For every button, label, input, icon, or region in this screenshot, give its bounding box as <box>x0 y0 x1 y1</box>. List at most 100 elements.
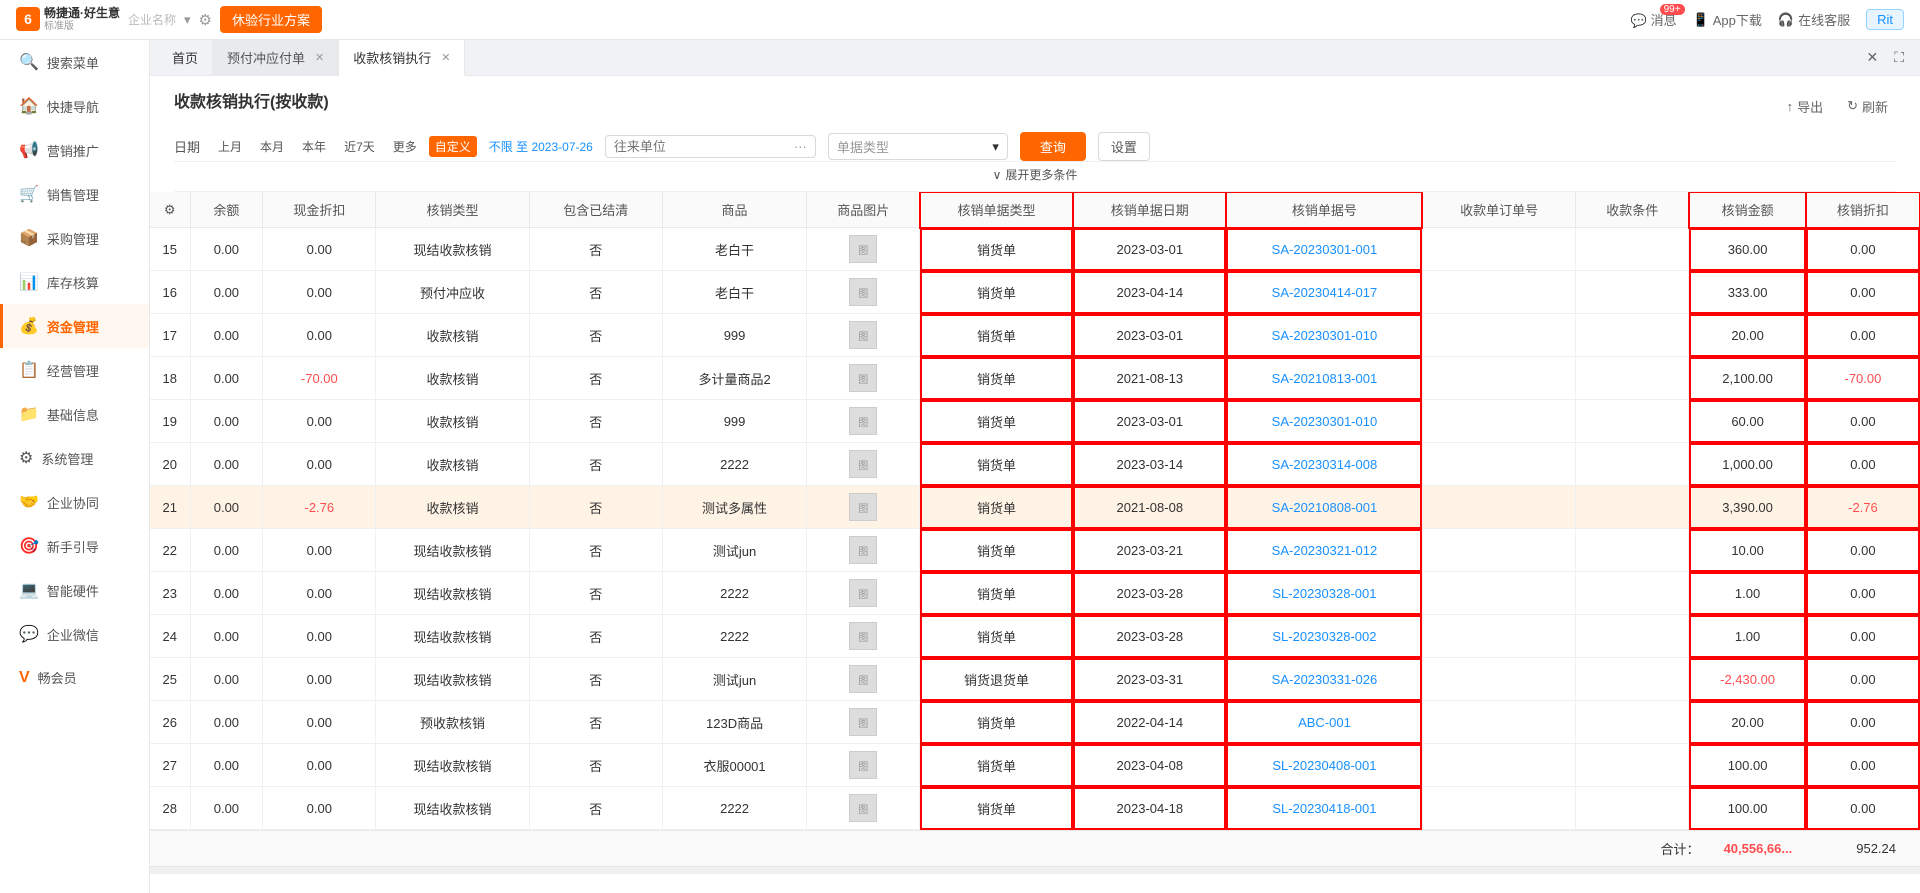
cell-goods: 123D商品 <box>662 701 806 744</box>
cell-no: 18 <box>150 357 190 400</box>
date-btn-this-month[interactable]: 本月 <box>254 136 290 157</box>
brand-name: 畅捷通·好生意 <box>44 6 120 20</box>
date-btn-custom[interactable]: 自定义 <box>429 136 477 157</box>
table-gear-icon[interactable]: ⚙ <box>164 202 176 217</box>
expand-more-button[interactable]: ∨ 展开更多条件 <box>993 166 1078 183</box>
date-btn-7days[interactable]: 近7天 <box>338 136 381 157</box>
dropdown-icon[interactable]: ▾ <box>184 12 191 28</box>
tab-receipt[interactable]: 收款核销执行 ✕ <box>339 40 465 76</box>
cell-no: 25 <box>150 658 190 701</box>
cell-no: 20 <box>150 443 190 486</box>
sidebar-item-finance[interactable]: 💰 资金管理 <box>0 304 149 348</box>
cell-receipt-order-no <box>1422 228 1575 271</box>
gear-icon[interactable]: ⚙ <box>199 11 212 29</box>
tab-close-all-button[interactable]: ✕ <box>1858 49 1886 66</box>
tab-prepay-close[interactable]: ✕ <box>315 51 324 64</box>
sidebar-item-system[interactable]: ⚙ 系统管理 <box>0 436 149 480</box>
refresh-icon: ↻ <box>1847 98 1858 114</box>
cell-verify-bill-no[interactable]: SA-20230331-026 <box>1226 658 1422 701</box>
cell-verify-bill-no[interactable]: SL-20230328-001 <box>1226 572 1422 615</box>
scroll-bar[interactable] <box>150 866 1920 874</box>
sidebar-item-inventory[interactable]: 📊 库存核算 <box>0 260 149 304</box>
cell-receipt-condition <box>1576 787 1689 830</box>
sidebar-item-wechat[interactable]: 💬 企业微信 <box>0 612 149 656</box>
tab-expand-button[interactable]: ⛶ <box>1886 49 1912 66</box>
cell-include-settled: 否 <box>529 658 662 701</box>
online-service-button[interactable]: 🎧 在线客服 <box>1778 10 1850 29</box>
cell-verify-bill-no[interactable]: SL-20230408-001 <box>1226 744 1422 787</box>
tab-receipt-label: 收款核销执行 <box>353 48 431 67</box>
export-button[interactable]: ↑ 导出 <box>1779 93 1832 120</box>
col-verify-bill-no: 核销单据号 <box>1226 192 1422 228</box>
sidebar-item-search[interactable]: 🔍 搜索菜单 <box>0 40 149 84</box>
main-content: 首页 预付冲应付单 ✕ 收款核销执行 ✕ ✕ ⛶ 收款核销执行(按收款) ↑ <box>150 40 1920 893</box>
sidebar-item-marketing[interactable]: 📢 营销推广 <box>0 128 149 172</box>
message-button[interactable]: 💬 消息 99+ <box>1631 10 1677 29</box>
cell-verify-bill-no[interactable]: SA-20230414-017 <box>1226 271 1422 314</box>
cell-goods-img: 图 <box>807 357 920 400</box>
cell-no: 21 <box>150 486 190 529</box>
cell-no: 19 <box>150 400 190 443</box>
cell-verify-bill-no[interactable]: SA-20230321-012 <box>1226 529 1422 572</box>
cell-verify-bill-no[interactable]: SA-20230301-010 <box>1226 314 1422 357</box>
col-gear[interactable]: ⚙ <box>150 192 190 228</box>
cell-receipt-condition <box>1576 615 1689 658</box>
from-unit-field[interactable] <box>614 139 790 154</box>
cell-goods-img: 图 <box>807 271 920 314</box>
cell-goods: 2222 <box>662 615 806 658</box>
cell-verify-bill-no[interactable]: SL-20230418-001 <box>1226 787 1422 830</box>
date-btn-more[interactable]: 更多 <box>387 136 423 157</box>
sidebar-item-purchase[interactable]: 📦 采购管理 <box>0 216 149 260</box>
cell-balance: 0.00 <box>190 486 263 529</box>
sidebar-item-sales[interactable]: 🛒 销售管理 <box>0 172 149 216</box>
filter-bar: 日期 上月 本月 本年 近7天 更多 自定义 不限 至 2023-07-26 ·… <box>174 124 1896 162</box>
sidebar-item-management[interactable]: 📋 经营管理 <box>0 348 149 392</box>
total-amount-label: 合计： <box>1661 839 1700 858</box>
sidebar-item-basic-info[interactable]: 📁 基础信息 <box>0 392 149 436</box>
cell-verify-amount: 1,000.00 <box>1689 443 1807 486</box>
cell-verify-bill-type: 销货退货单 <box>920 658 1073 701</box>
sidebar-item-member[interactable]: V 畅会员 <box>0 656 149 699</box>
cell-goods-img: 图 <box>807 787 920 830</box>
app-download-button[interactable]: 📱 App下载 <box>1693 10 1762 29</box>
tab-prepay[interactable]: 预付冲应付单 ✕ <box>213 40 339 76</box>
sidebar-item-guide[interactable]: 🎯 新手引导 <box>0 524 149 568</box>
solution-button[interactable]: 休验行业方案 <box>220 6 322 33</box>
cell-receipt-condition <box>1576 744 1689 787</box>
system-icon: ⚙ <box>19 448 33 468</box>
cell-verify-bill-no[interactable]: SL-20230328-002 <box>1226 615 1422 658</box>
cell-verify-bill-no[interactable]: ABC-001 <box>1226 701 1422 744</box>
cell-goods: 老白干 <box>662 228 806 271</box>
date-range-text: 不限 至 2023-07-26 <box>489 138 593 155</box>
sidebar-item-nav[interactable]: 🏠 快捷导航 <box>0 84 149 128</box>
cell-receipt-order-no <box>1422 572 1575 615</box>
total-discount-value: 952.24 <box>1856 841 1896 856</box>
cell-verify-bill-no[interactable]: SA-20230301-001 <box>1226 228 1422 271</box>
cell-no: 22 <box>150 529 190 572</box>
date-btn-this-year[interactable]: 本年 <box>296 136 332 157</box>
table-row: 26 0.00 0.00 预收款核销 否 123D商品 图 销货单 2022-0… <box>150 701 1920 744</box>
table-row: 27 0.00 0.00 现结收款核销 否 衣服00001 图 销货单 2023… <box>150 744 1920 787</box>
tab-prepay-label: 预付冲应付单 <box>227 48 305 67</box>
cell-verify-bill-no[interactable]: SA-20230314-008 <box>1226 443 1422 486</box>
sidebar-item-collab[interactable]: 🤝 企业协同 <box>0 480 149 524</box>
bill-type-select[interactable]: 单据类型 ▾ <box>828 133 1008 160</box>
query-button[interactable]: 查询 <box>1020 132 1086 161</box>
sidebar-item-hardware[interactable]: 💻 智能硬件 <box>0 568 149 612</box>
cell-verify-bill-no[interactable]: SA-20230301-010 <box>1226 400 1422 443</box>
cell-verify-bill-no[interactable]: SA-20210808-001 <box>1226 486 1422 529</box>
table-row: 18 0.00 -70.00 收款核销 否 多计量商品2 图 销货单 2021-… <box>150 357 1920 400</box>
cell-cash-discount: -70.00 <box>263 357 376 400</box>
user-profile-button[interactable]: Rit <box>1866 9 1904 30</box>
cell-verify-bill-no[interactable]: SA-20210813-001 <box>1226 357 1422 400</box>
cell-verify-discount: 0.00 <box>1806 744 1919 787</box>
cell-goods-img: 图 <box>807 314 920 357</box>
setting-button[interactable]: 设置 <box>1098 132 1150 161</box>
cell-verify-bill-type: 销货单 <box>920 314 1073 357</box>
tab-home[interactable]: 首页 <box>158 40 213 76</box>
tab-receipt-close[interactable]: ✕ <box>441 51 450 64</box>
cell-verify-type: 现结收款核销 <box>376 572 529 615</box>
refresh-button[interactable]: ↻ 刷新 <box>1839 93 1896 120</box>
from-unit-input[interactable]: ··· <box>605 135 816 158</box>
date-btn-last-month[interactable]: 上月 <box>212 136 248 157</box>
